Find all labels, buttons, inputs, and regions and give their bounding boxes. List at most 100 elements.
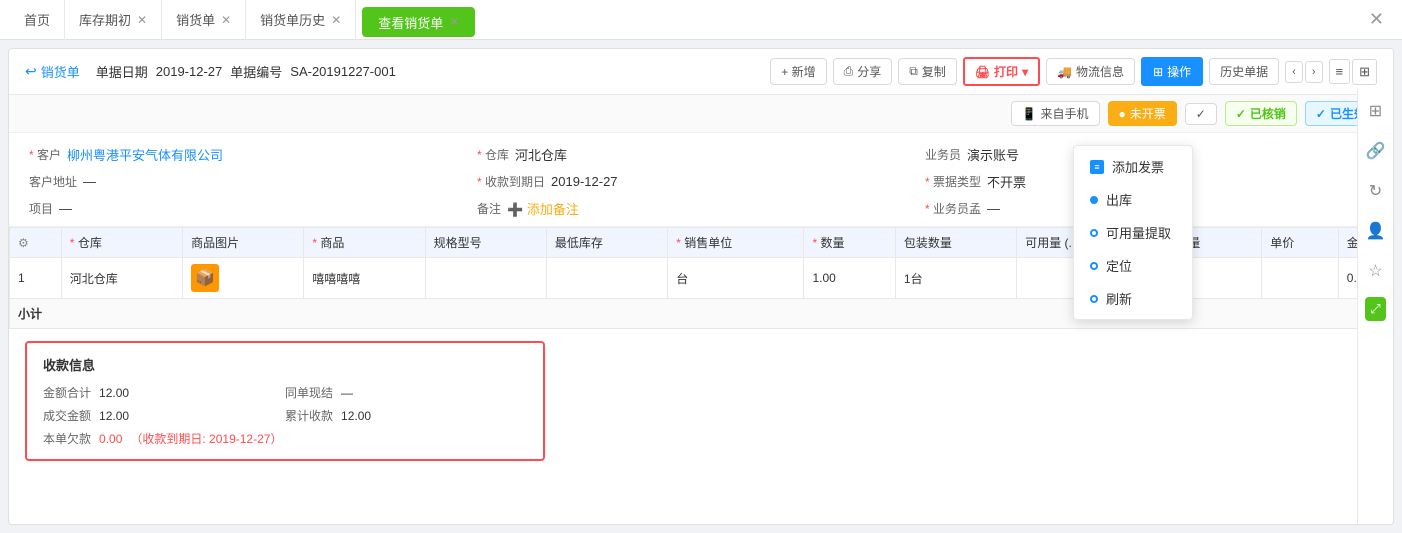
doc-title-area: ↩ 销货单 单据日期 2019-12-27 单据编号 SA-20191227-0… <box>25 62 770 81</box>
print-icon: 🖨 <box>975 65 990 79</box>
outstanding-extra: （收款到期日: 2019-12-27） <box>130 430 282 447</box>
menu-refresh[interactable]: 刷新 <box>1074 282 1192 315</box>
total-label: 金额合计 <box>43 384 91 401</box>
cell-sales-unit: 台 <box>668 258 804 299</box>
view-toggle: ≡ ⊞ <box>1329 59 1378 85</box>
address-row: 客户地址 — <box>29 172 477 191</box>
menu-location[interactable]: 定位 <box>1074 249 1192 282</box>
close-view-sales[interactable]: ✕ <box>449 16 459 28</box>
warehouse-row: 仓库 河北仓库 <box>477 145 925 164</box>
sidebar-refresh-icon[interactable]: ↻ <box>1365 177 1386 205</box>
share-icon: ⎙ <box>844 64 854 79</box>
close-inventory-init[interactable]: ✕ <box>137 14 147 26</box>
doc-date-value: 2019-12-27 <box>156 64 223 79</box>
ticket-type-label: 票据类型 <box>925 173 981 190</box>
col-settings[interactable]: ⚙ <box>10 228 62 258</box>
cell-row-num: 1 <box>10 258 62 299</box>
sidebar-table-icon[interactable]: ⊞ <box>1365 97 1386 125</box>
col-min-stock: 最低库存 <box>546 228 667 258</box>
payment-date-label: 收款到期日 <box>477 173 545 190</box>
main-content: ⊞ 🔗 ↻ 👤 ☆ ⤢ ↩ 销货单 单据日期 2019-12-27 单据编号 S… <box>8 48 1394 525</box>
salesperson-label: 业务员孟 <box>925 200 981 217</box>
ship-out-label: 出库 <box>1106 190 1132 209</box>
location-icon <box>1090 262 1098 270</box>
print-button[interactable]: 🖨 打印 ▾ <box>963 57 1040 86</box>
salesperson-value: — <box>987 201 1000 216</box>
settings-icon[interactable]: ⚙ <box>18 236 29 250</box>
add-invoice-label: 添加发票 <box>1112 157 1164 176</box>
tab-home[interactable]: 首页 <box>10 0 65 40</box>
remark-label: 备注 <box>477 200 501 217</box>
history-button[interactable]: 历史单据 <box>1209 58 1279 85</box>
logistics-button[interactable]: 🚚 物流信息 <box>1046 58 1135 85</box>
cell-unit-price <box>1262 258 1339 299</box>
collected-value: 12.00 <box>341 409 371 423</box>
new-button[interactable]: + 新增 <box>770 58 826 85</box>
sidebar-link-icon[interactable]: 🔗 <box>1362 137 1390 165</box>
menu-available-qty[interactable]: 可用量提取 <box>1074 216 1192 249</box>
payment-date-value: 2019-12-27 <box>551 174 618 189</box>
remark-add[interactable]: ➕ 添加备注 <box>507 199 579 218</box>
payment-row-outstanding: 本单欠款 0.00 （收款到期日: 2019-12-27） <box>43 430 527 447</box>
check-icon-btn[interactable]: ✓ <box>1185 103 1217 125</box>
tab-sales-order[interactable]: 销货单 ✕ <box>162 0 246 40</box>
list-view-btn[interactable]: ≡ <box>1329 59 1351 84</box>
next-arrow[interactable]: › <box>1305 61 1323 83</box>
payment-grid: 金额合计 12.00 同单现结 — 成交金额 12.00 累计收款 12.00 … <box>43 384 527 447</box>
payment-section: 收款信息 金额合计 12.00 同单现结 — 成交金额 12.00 累计收款 1… <box>25 341 545 461</box>
sidebar-user-icon[interactable]: 👤 <box>1362 217 1390 245</box>
project-value: — <box>59 201 72 216</box>
doc-number-value: SA-20191227-001 <box>290 64 396 79</box>
col-product-img: 商品图片 <box>183 228 304 258</box>
outstanding-value: 0.00 <box>99 432 122 446</box>
address-value: — <box>83 174 96 189</box>
payment-row-collected: 累计收款 12.00 <box>285 407 527 424</box>
tab-bar-close[interactable]: ✕ <box>1361 9 1392 30</box>
doc-type-badge: ↩ 销货单 <box>25 62 80 81</box>
nav-arrows: ‹ › <box>1285 61 1322 83</box>
tab-bar: 首页 库存期初 ✕ 销货单 ✕ 销货单历史 ✕ 查看销货单 ✕ ✕ <box>0 0 1402 40</box>
product-thumbnail: 📦 <box>191 264 219 292</box>
not-open-button[interactable]: ● 未开票 <box>1108 101 1177 126</box>
cell-min-stock <box>546 258 667 299</box>
sub-toolbar: 📱 来自手机 ● 未开票 ✓ ✓ 已核销 ✓ 已生效 <box>9 95 1393 133</box>
address-label: 客户地址 <box>29 173 77 190</box>
ops-button[interactable]: ⊞ 操作 <box>1141 57 1203 86</box>
doc-actions: + 新增 ⎙ 分享 ⧉ 复制 🖨 打印 ▾ 🚚 物流信息 ⊞ 操作 <box>770 57 1377 86</box>
effective-mark: ✓ <box>1316 107 1326 121</box>
menu-add-invoice[interactable]: ≡ 添加发票 <box>1074 150 1192 183</box>
available-qty-icon <box>1090 229 1098 237</box>
prev-arrow[interactable]: ‹ <box>1285 61 1303 83</box>
tab-view-sales[interactable]: 查看销货单 ✕ <box>362 7 475 37</box>
from-phone-button[interactable]: 📱 来自手机 <box>1011 101 1100 126</box>
location-label: 定位 <box>1106 256 1132 275</box>
sidebar-expand-icon[interactable]: ⤢ <box>1365 297 1385 321</box>
doc-number-label: 单据编号 <box>230 62 282 81</box>
copy-button[interactable]: ⧉ 复制 <box>898 58 957 85</box>
customer-value[interactable]: 柳州粤港平安气体有限公司 <box>67 145 223 164</box>
payment-row-deal: 成交金额 12.00 <box>43 407 285 424</box>
cell-quantity: 1.00 <box>804 258 895 299</box>
menu-ship-out[interactable]: 出库 <box>1074 183 1192 216</box>
col-quantity: * 数量 <box>804 228 895 258</box>
cell-product: 嘻嘻嘻嘻 <box>304 258 425 299</box>
share-button[interactable]: ⎙ 分享 <box>833 58 893 85</box>
tab-sales-history[interactable]: 销货单历史 ✕ <box>246 0 356 40</box>
print-dropdown-icon: ▾ <box>1022 65 1028 79</box>
customer-label: 客户 <box>29 146 61 163</box>
refresh-icon <box>1090 295 1098 303</box>
sidebar-star-icon[interactable]: ☆ <box>1364 257 1386 285</box>
doc-type-label: 销货单 <box>41 62 80 81</box>
same-settle-label: 同单现结 <box>285 384 333 401</box>
deal-label: 成交金额 <box>43 407 91 424</box>
checked-badge: ✓ 已核销 <box>1225 101 1297 126</box>
doc-type-icon: ↩ <box>25 63 37 80</box>
close-sales-history[interactable]: ✕ <box>331 14 341 26</box>
tab-inventory-init[interactable]: 库存期初 ✕ <box>65 0 162 40</box>
doc-header: ↩ 销货单 单据日期 2019-12-27 单据编号 SA-20191227-0… <box>9 49 1393 95</box>
available-qty-label: 可用量提取 <box>1106 223 1171 242</box>
col-warehouse: * 仓库 <box>61 228 182 258</box>
close-sales-order[interactable]: ✕ <box>221 14 231 26</box>
cell-spec <box>425 258 546 299</box>
grid-view-btn[interactable]: ⊞ <box>1352 59 1377 85</box>
